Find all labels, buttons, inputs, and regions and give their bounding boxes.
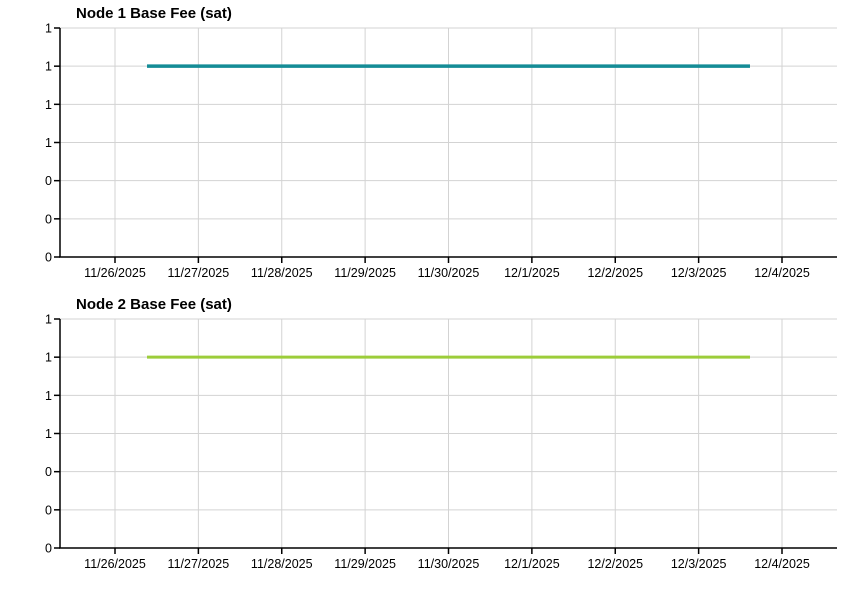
y-tick-label: 1 [45,427,52,441]
x-tick-label: 11/27/2025 [168,266,230,280]
chart-node1-base-fee: Node 1 Base Fee (sat) 1 1 1 1 0 0 0 11/26/2025 1… [0,0,860,291]
x-tick-label: 12/2/2025 [587,557,643,571]
x-tick-label: 12/3/2025 [671,266,727,280]
y-tick-label: 1 [45,98,52,112]
x-tick-label: 11/29/2025 [334,557,396,571]
y-tick-label: 1 [45,313,52,327]
x-tick-label: 11/30/2025 [418,266,480,280]
chart-node1-plot: 1 1 1 1 0 0 0 11/26/2025 11/27/2025 11/28/2025 11/… [45,22,837,280]
y-tick-label: 1 [45,60,52,74]
y-tick-label: 0 [45,465,52,479]
x-tick-label: 12/3/2025 [671,557,727,571]
y-tick-label: 1 [45,136,52,150]
x-tick-label: 11/26/2025 [84,557,146,571]
charts-page: Node 1 Base Fee (sat) 1 1 1 1 0 0 0 11/26/2025 1… [0,0,860,600]
y-tick-label: 1 [45,389,52,403]
x-tick-label: 11/28/2025 [251,266,313,280]
x-tick-label: 12/2/2025 [587,266,643,280]
x-tick-label: 11/29/2025 [334,266,396,280]
y-tick-label: 0 [45,251,52,265]
x-tick-label: 11/27/2025 [168,557,230,571]
y-tick-label: 0 [45,174,52,188]
x-tick-label: 11/26/2025 [84,266,146,280]
chart-node2-plot: 1 1 1 1 0 0 0 11/26/2025 11/27/2025 11/28/2025 11/… [45,313,837,571]
y-tick-label: 1 [45,351,52,365]
chart-node2-base-fee: Node 2 Base Fee (sat) 1 1 1 1 0 0 0 11/26/2025 1… [0,291,860,600]
x-tick-label: 11/30/2025 [418,557,480,571]
y-tick-label: 0 [45,503,52,517]
x-tick-label: 12/4/2025 [754,266,810,280]
y-tick-label: 0 [45,542,52,556]
x-tick-label: 11/28/2025 [251,557,313,571]
x-tick-label: 12/4/2025 [754,557,810,571]
y-tick-label: 0 [45,212,52,226]
x-tick-label: 12/1/2025 [504,557,560,571]
x-tick-label: 12/1/2025 [504,266,560,280]
y-tick-label: 1 [45,22,52,36]
